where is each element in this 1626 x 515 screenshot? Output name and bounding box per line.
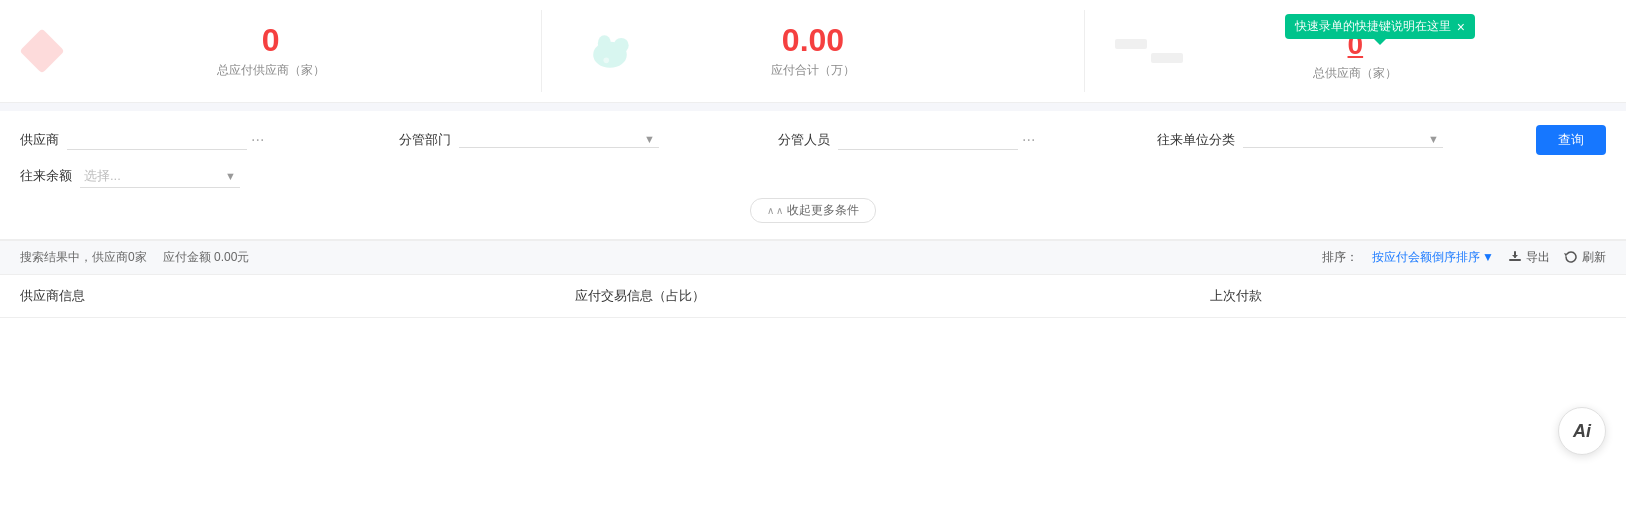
dept-arrow-icon: ▼ [644,133,655,145]
col-header-transaction: 应付交易信息（占比） [575,287,1209,305]
unit-select[interactable]: ▼ [1243,131,1443,148]
person-filter-label: 分管人员 [778,131,830,149]
filter-supplier: 供应商 ··· [20,130,399,150]
unit-arrow-icon: ▼ [1428,133,1439,145]
ai-badge-label: Ai [1573,421,1591,442]
export-icon [1508,250,1522,264]
supplier-filter-label: 供应商 [20,131,59,149]
svg-marker-9 [1512,255,1518,258]
supplier-ellipsis[interactable]: ··· [247,131,268,149]
result-bar-right: 排序： 按应付会额倒序排序 ▼ 导出 刷新 [1322,249,1606,266]
sort-arrow-icon: ▼ [1482,250,1494,264]
sort-value-btn[interactable]: 按应付会额倒序排序 ▼ [1372,249,1494,266]
table-body [0,318,1626,515]
total-suppliers-label: 总应付供应商（家） [217,62,325,79]
supplier-count-text: 搜索结果中，供应商0家 [20,249,147,266]
refresh-icon [1564,250,1578,264]
svg-point-4 [614,38,629,53]
filter-dept: 分管部门 ▼ [399,131,778,149]
collapse-label: 收起更多条件 [787,202,859,219]
tooltip-bubble: 快速录单的快捷键说明在这里 × [1285,14,1475,39]
filter-row-1: 供应商 ··· 分管部门 ▼ 分管人员 ··· 往来单位分类 ▼ [20,125,1606,155]
pig-icon [582,23,638,79]
result-bar: 搜索结果中，供应商0家 应付金额 0.00元 排序： 按应付会额倒序排序 ▼ 导… [0,240,1626,275]
balance-select-text: 选择... [84,167,225,185]
total-amount-value: 0.00 [782,23,844,58]
balance-select[interactable]: 选择... ▼ [80,165,240,188]
summary-bar: 0 总应付供应商（家） 0.00 应付合计（万） 快速录单的快捷键说明在这里 ×… [0,0,1626,103]
total-amount-label: 应付合计（万） [771,62,855,79]
svg-point-6 [604,57,610,63]
diamond-icon [18,27,66,75]
export-label: 导出 [1526,249,1550,266]
table-header: 供应商信息 应付交易信息（占比） 上次付款 [0,275,1626,318]
tooltip-close-btn[interactable]: × [1457,20,1465,34]
collapse-row: ∧ ∧ 收起更多条件 [20,198,1606,223]
filter-area: 供应商 ··· 分管部门 ▼ 分管人员 ··· 往来单位分类 ▼ [0,111,1626,240]
supplier-total-label: 总供应商（家） [1313,65,1397,82]
amount-text: 应付金额 0.00元 [163,249,250,266]
balance-arrow-icon: ▼ [225,170,236,182]
total-suppliers-value: 0 [262,23,280,58]
filter-row-2: 往来余额 选择... ▼ [20,165,1606,188]
filter-person: 分管人员 ··· [778,130,1157,150]
refresh-label: 刷新 [1582,249,1606,266]
collapse-btn[interactable]: ∧ ∧ 收起更多条件 [750,198,877,223]
summary-card-amount: 0.00 应付合计（万） [542,10,1084,92]
supplier-input[interactable] [67,130,247,150]
filter-balance: 往来余额 选择... ▼ [20,165,1606,188]
dept-filter-label: 分管部门 [399,131,451,149]
export-btn[interactable]: 导出 [1508,249,1550,266]
svg-rect-7 [1509,259,1521,261]
svg-point-5 [598,35,611,52]
sort-value-text: 按应付会额倒序排序 [1372,249,1480,266]
collapse-up-icon: ∧ ∧ [767,205,784,216]
col-header-lastpay: 上次付款 [1210,287,1607,305]
dept-select[interactable]: ▼ [459,131,659,148]
summary-card-total-suppliers: 快速录单的快捷键说明在这里 × 0 总供应商（家） [1085,10,1626,92]
person-ellipsis[interactable]: ··· [1018,131,1039,149]
person-input[interactable] [838,130,1018,150]
tooltip-text: 快速录单的快捷键说明在这里 [1295,18,1451,35]
balance-filter-label: 往来余额 [20,167,72,185]
sort-label: 排序： [1322,249,1358,266]
summary-card-suppliers: 0 总应付供应商（家） [0,10,542,92]
refresh-btn[interactable]: 刷新 [1564,249,1606,266]
ai-badge[interactable]: Ai [1558,407,1606,455]
query-button[interactable]: 查询 [1536,125,1606,155]
filter-unit-category: 往来单位分类 ▼ [1157,131,1536,149]
col-header-supplier: 供应商信息 [20,287,575,305]
unit-filter-label: 往来单位分类 [1157,131,1235,149]
result-bar-left: 搜索结果中，供应商0家 应付金额 0.00元 [20,249,249,266]
